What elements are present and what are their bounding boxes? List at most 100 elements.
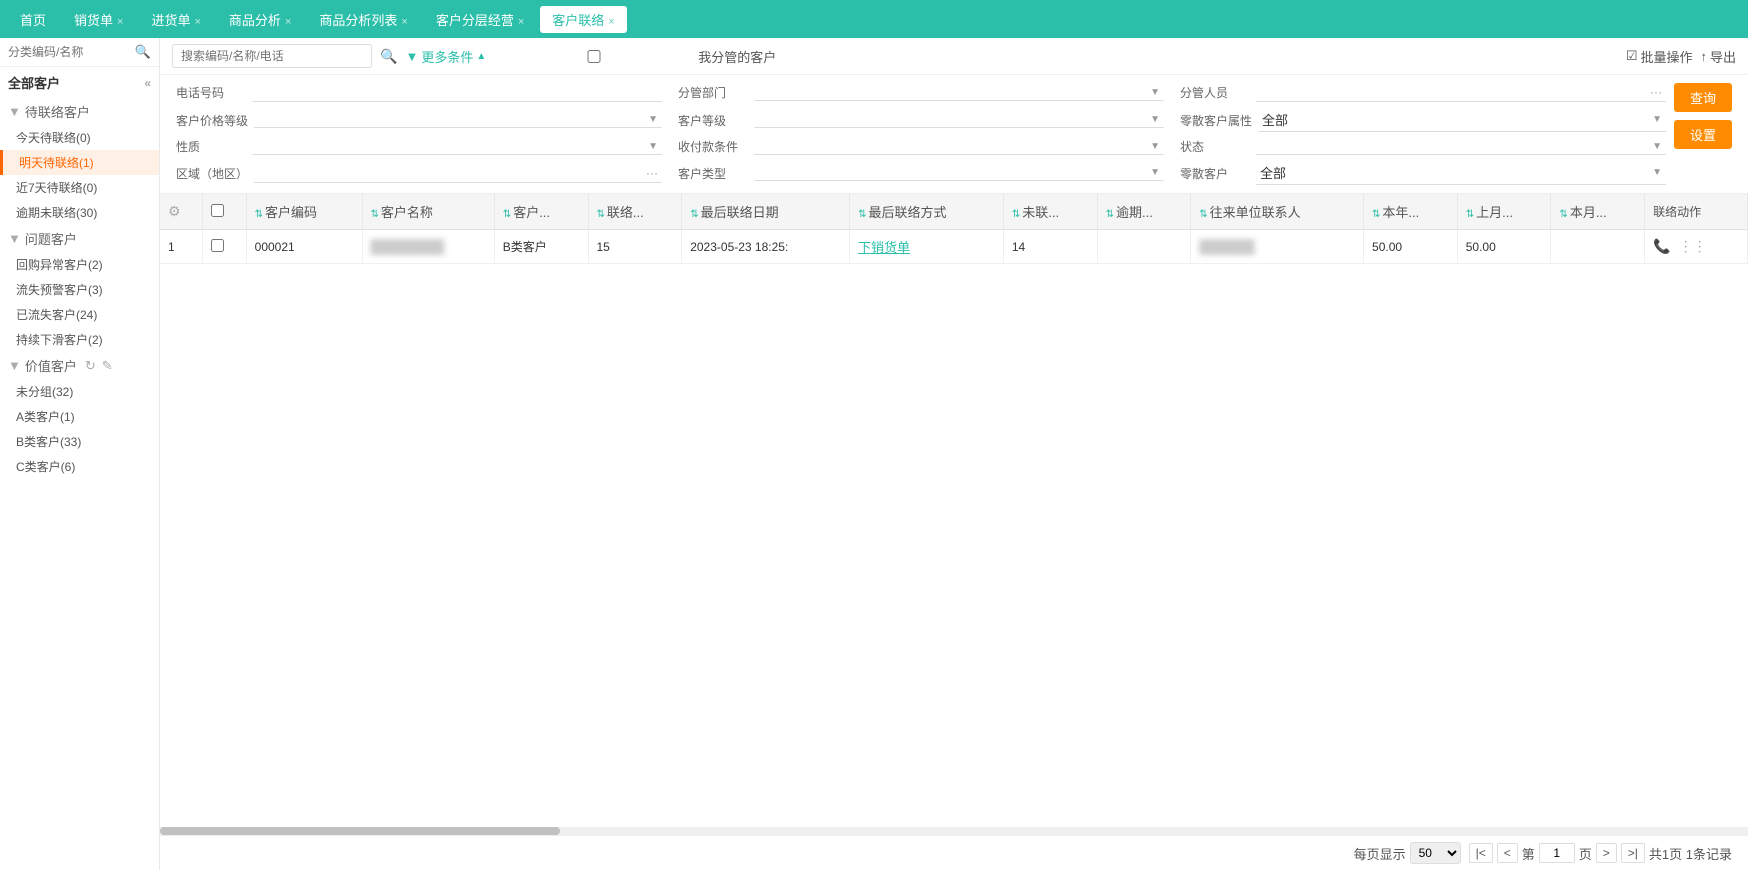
- cell-last-month: 50.00: [1457, 230, 1551, 264]
- collapse-icon[interactable]: «: [144, 76, 151, 90]
- settings-icon[interactable]: ⚙: [168, 203, 181, 219]
- col-checkbox[interactable]: [202, 194, 246, 230]
- nav-customer-contact[interactable]: 客户联络×: [540, 6, 626, 33]
- sidebar-item-today-contact[interactable]: 今天待联络(0): [0, 125, 159, 150]
- filter-manager-select[interactable]: ···: [1256, 83, 1666, 102]
- col-last-contact-date[interactable]: ⇅最后联络日期: [682, 194, 850, 230]
- last-page-button[interactable]: >|: [1621, 843, 1645, 863]
- nav-product-analysis[interactable]: 商品分析×: [217, 6, 303, 33]
- filter-panel: 电话号码 分管部门 ▼ 分管人员 ···: [160, 75, 1748, 194]
- setup-button[interactable]: 设置: [1674, 120, 1732, 149]
- phone-icon[interactable]: 📞: [1653, 238, 1670, 255]
- nature-dropdown-icon: ▼: [648, 141, 658, 152]
- dept-dropdown-icon: ▼: [1150, 87, 1160, 98]
- all-customers-header[interactable]: 全部客户 «: [0, 67, 159, 98]
- group-problem-label: 问题客户: [25, 229, 77, 248]
- sidebar-item-declining[interactable]: 持续下滑客户(2): [0, 327, 159, 352]
- sidebar-item-class-c[interactable]: C类客户(6): [0, 454, 159, 479]
- nav-customer-management[interactable]: 客户分层经营×: [424, 6, 536, 33]
- filter-region-select[interactable]: ···: [254, 164, 662, 183]
- more-filters-button[interactable]: ▼ 更多条件 ▲: [405, 47, 486, 66]
- nav-product-analysis-list[interactable]: 商品分析列表×: [307, 6, 419, 33]
- all-customers-label: 全部客户: [8, 73, 60, 92]
- action-buttons: ☑ 批量操作 ↑ 导出: [1626, 47, 1736, 66]
- edit-icon[interactable]: ✎: [102, 358, 113, 374]
- col-customer-code[interactable]: ⇅客户编码: [246, 194, 362, 230]
- cell-last-method[interactable]: 下销货单: [850, 230, 1004, 264]
- sidebar-search-input[interactable]: [8, 45, 131, 59]
- main-search-input[interactable]: [172, 44, 372, 68]
- export-button[interactable]: ↑ 导出: [1700, 47, 1736, 66]
- row-action-icons: 📞 ⋮⋮: [1653, 238, 1739, 255]
- nav-sales-order[interactable]: 销货单×: [62, 6, 135, 33]
- customer-table: ⚙ ⇅客户编码 ⇅客户名称 ⇅客户... ⇅联络... ⇅最后联络日期 ⇅最后联…: [160, 194, 1748, 264]
- filter-customer-type-select[interactable]: ▼: [754, 165, 1164, 181]
- query-button[interactable]: 查询: [1674, 83, 1732, 112]
- col-settings[interactable]: ⚙: [160, 194, 202, 230]
- sidebar-item-class-b[interactable]: B类客户(33): [0, 429, 159, 454]
- select-all-checkbox[interactable]: [211, 204, 224, 217]
- filter-status-select[interactable]: ▼: [1256, 139, 1666, 155]
- my-customers-checkbox[interactable]: [494, 50, 694, 63]
- first-page-button[interactable]: |<: [1469, 843, 1493, 863]
- filter-retail-customer-select[interactable]: 全部 ▼: [1256, 161, 1666, 185]
- my-customers-checkbox-group[interactable]: 我分管的客户: [494, 47, 776, 66]
- filter-retail-attr-label: 零散客户属性: [1180, 112, 1252, 129]
- sidebar-item-tomorrow-contact[interactable]: 明天待联络(1): [0, 150, 159, 175]
- sidebar-item-ungrouped[interactable]: 未分组(32): [0, 379, 159, 404]
- col-this-month[interactable]: ⇅本月...: [1551, 194, 1645, 230]
- arrow-down-icon2: ▼: [8, 231, 21, 246]
- sidebar-search-bar[interactable]: 🔍: [0, 38, 159, 67]
- more-icon[interactable]: ⋮⋮: [1679, 238, 1707, 255]
- sidebar-item-overdue-contact[interactable]: 逾期未联络(30): [0, 200, 159, 225]
- sort-icon7: ⇅: [1012, 209, 1020, 220]
- sidebar-search-icon[interactable]: 🔍: [135, 44, 151, 60]
- cell-code: 000021: [246, 230, 362, 264]
- col-contact-person[interactable]: ⇅往来单位联系人: [1191, 194, 1364, 230]
- filter-dept-select[interactable]: ▼: [754, 85, 1164, 101]
- filter-region: 区域（地区） ···: [176, 164, 662, 183]
- group-value-label: 价值客户: [25, 356, 77, 375]
- top-navigation: 首页 销货单× 进货单× 商品分析× 商品分析列表× 客户分层经营× 客户联络×: [0, 0, 1748, 38]
- filter-nature-select[interactable]: ▼: [252, 139, 662, 155]
- col-overdue[interactable]: ⇅逾期...: [1097, 194, 1191, 230]
- prev-page-button[interactable]: <: [1497, 843, 1518, 863]
- export-icon: ↑: [1700, 49, 1707, 64]
- col-customer-type[interactable]: ⇅客户...: [494, 194, 588, 230]
- col-uncontact-days[interactable]: ⇅未联...: [1003, 194, 1097, 230]
- col-this-year[interactable]: ⇅本年...: [1364, 194, 1458, 230]
- next-page-button[interactable]: >: [1596, 843, 1617, 863]
- filter-phone-input[interactable]: [252, 83, 662, 102]
- horizontal-scrollbar[interactable]: [160, 827, 1748, 835]
- batch-icon: ☑: [1626, 48, 1638, 64]
- col-contact-count[interactable]: ⇅联络...: [588, 194, 682, 230]
- main-search-icon[interactable]: 🔍: [380, 48, 397, 65]
- filter-retail-customer-label: 零散客户: [1180, 165, 1250, 182]
- col-customer-name[interactable]: ⇅客户名称: [362, 194, 494, 230]
- manager-dots-icon[interactable]: ···: [1650, 85, 1662, 99]
- last-method-link[interactable]: 下销货单: [858, 240, 910, 255]
- filter-customer-level-select[interactable]: ▼: [754, 112, 1164, 128]
- region-dots-icon[interactable]: ···: [646, 166, 658, 180]
- refresh-icon[interactable]: ↻: [85, 358, 96, 374]
- sidebar-item-7days-contact[interactable]: 近7天待联络(0): [0, 175, 159, 200]
- filter-retail-attr-select[interactable]: 全部 ▼: [1258, 108, 1666, 132]
- sidebar-item-repurchase-anomaly[interactable]: 回购异常客户(2): [0, 252, 159, 277]
- cell-this-month: [1551, 230, 1645, 264]
- filter-row-2: 客户价格等级 ▼ 客户等级 ▼ 零散客户属性: [176, 108, 1666, 132]
- sidebar-item-churned[interactable]: 已流失客户(24): [0, 302, 159, 327]
- page-number-input[interactable]: [1539, 843, 1575, 863]
- filter-payment-select[interactable]: ▼: [754, 139, 1164, 155]
- filter-price-level-select[interactable]: ▼: [254, 112, 662, 128]
- nav-purchase-order[interactable]: 进货单×: [139, 6, 212, 33]
- sidebar-item-class-a[interactable]: A类客户(1): [0, 404, 159, 429]
- col-last-month[interactable]: ⇅上月...: [1457, 194, 1551, 230]
- batch-operation-button[interactable]: ☑ 批量操作: [1626, 47, 1693, 66]
- page-size-select[interactable]: 50 100 200: [1410, 842, 1461, 864]
- cell-checkbox[interactable]: [202, 230, 246, 264]
- scrollbar-thumb[interactable]: [160, 827, 560, 835]
- row-checkbox[interactable]: [211, 239, 224, 252]
- sidebar-item-churn-warning[interactable]: 流失预警客户(3): [0, 277, 159, 302]
- nav-home[interactable]: 首页: [8, 6, 58, 33]
- col-last-contact-method[interactable]: ⇅最后联络方式: [850, 194, 1004, 230]
